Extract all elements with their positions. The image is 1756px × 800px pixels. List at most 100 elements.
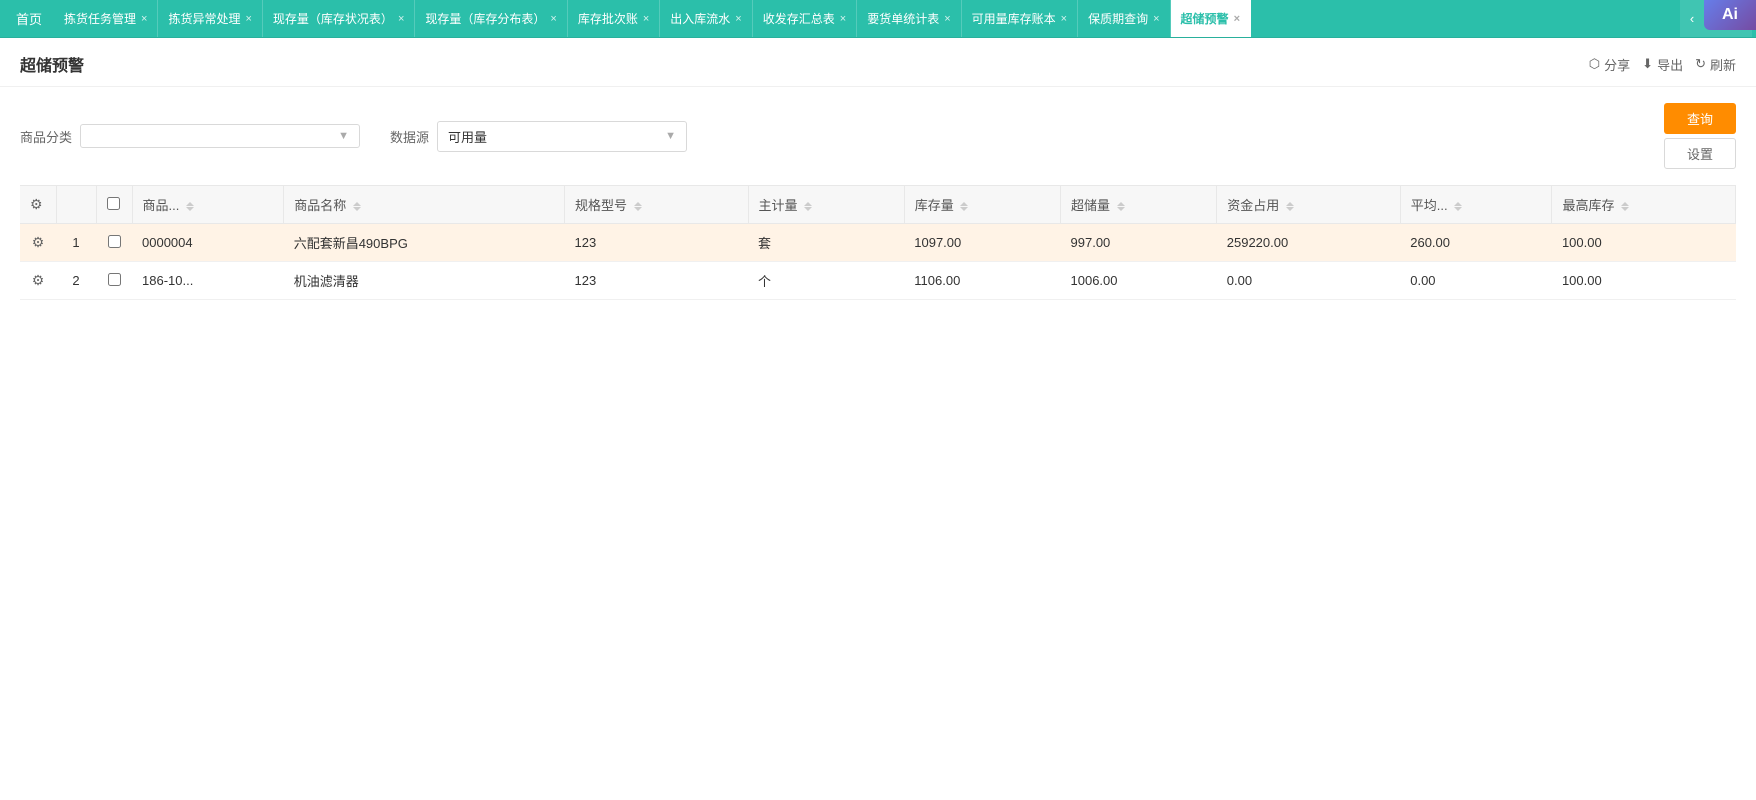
close-icon[interactable]: ×	[398, 13, 404, 25]
nav-tab-label: 超储预警	[1181, 10, 1229, 27]
nav-tab-task-mgmt[interactable]: 拣货任务管理 ×	[54, 0, 158, 38]
nav-tab-quality-check[interactable]: 保质期查询 ×	[1078, 0, 1170, 38]
th-gear: ⚙	[20, 186, 56, 224]
datasource-select[interactable]: 可用量 ▼	[437, 121, 687, 152]
th-spec[interactable]: 规格型号	[565, 186, 748, 224]
nav-tab-label: 要货单统计表	[867, 10, 939, 27]
th-max-stock-label: 最高库存	[1562, 198, 1614, 213]
close-icon[interactable]: ×	[643, 13, 649, 25]
row-number: 1	[56, 224, 96, 262]
share-link[interactable]: ⬡ 分享	[1589, 55, 1630, 74]
close-icon[interactable]: ×	[735, 13, 741, 25]
table-header-row: ⚙ 商品... 商品名称	[20, 186, 1736, 224]
row-product-code: 0000004	[132, 224, 284, 262]
nav-tab-overstock-warning[interactable]: 超储预警 ×	[1171, 0, 1251, 38]
refresh-icon: ↻	[1695, 56, 1706, 72]
row-settings-icon[interactable]: ⚙	[32, 272, 45, 288]
export-link[interactable]: ⬇ 导出	[1642, 55, 1683, 74]
close-icon[interactable]: ×	[840, 13, 846, 25]
sort-down-icon	[804, 207, 812, 211]
close-icon[interactable]: ×	[1153, 13, 1159, 25]
row-overstock: 1006.00	[1061, 262, 1217, 300]
page-content: 超储预警 ⬡ 分享 ⬇ 导出 ↻ 刷新 商品分类 ▼ 数据源	[0, 38, 1756, 800]
th-unit[interactable]: 主计量	[748, 186, 904, 224]
th-product-code[interactable]: 商品...	[132, 186, 284, 224]
datasource-value: 可用量	[448, 127, 487, 146]
sort-up-icon	[353, 202, 361, 206]
export-icon: ⬇	[1642, 56, 1653, 72]
chevron-down-icon: ▼	[665, 130, 676, 142]
th-max-stock[interactable]: 最高库存	[1552, 186, 1736, 224]
query-button[interactable]: 查询	[1664, 103, 1736, 134]
table-row: ⚙ 2 186-10... 机油滤清器 123 个 1106.00 1006.0…	[20, 262, 1736, 300]
row-capital: 0.00	[1217, 262, 1400, 300]
row-unit: 套	[748, 224, 904, 262]
sort-down-icon	[960, 207, 968, 211]
sort-icon	[1454, 202, 1462, 211]
ai-badge: Ai	[1704, 0, 1756, 30]
row-checkbox[interactable]	[108, 235, 121, 248]
sort-up-icon	[960, 202, 968, 206]
nav-tab-collect-summary[interactable]: 收发存汇总表 ×	[753, 0, 857, 38]
row-settings-icon[interactable]: ⚙	[32, 234, 45, 250]
th-unit-label: 主计量	[759, 198, 798, 213]
row-capital: 259220.00	[1217, 224, 1400, 262]
sort-down-icon	[1286, 207, 1294, 211]
close-icon[interactable]: ×	[550, 13, 556, 25]
header-actions: ⬡ 分享 ⬇ 导出 ↻ 刷新	[1589, 55, 1736, 74]
close-icon[interactable]: ×	[1234, 13, 1240, 25]
table-body: ⚙ 1 0000004 六配套新昌490BPG 123 套 1097.00 99…	[20, 224, 1736, 300]
th-avg-label: 平均...	[1411, 198, 1448, 213]
nav-tab-inventory-status[interactable]: 现存量（库存状况表） ×	[263, 0, 415, 38]
th-overstock[interactable]: 超储量	[1061, 186, 1217, 224]
category-select[interactable]: ▼	[80, 124, 360, 148]
sort-up-icon	[186, 202, 194, 206]
nav-prev-button[interactable]: ‹	[1680, 0, 1704, 38]
sort-up-icon	[1454, 202, 1462, 206]
th-capital[interactable]: 资金占用	[1217, 186, 1400, 224]
close-icon[interactable]: ×	[1061, 13, 1067, 25]
row-product-name: 六配套新昌490BPG	[284, 224, 565, 262]
sort-icon	[186, 202, 194, 211]
th-product-code-label: 商品...	[143, 198, 180, 213]
nav-tab-label: 现存量（库存状况表）	[273, 10, 393, 27]
th-stock[interactable]: 库存量	[904, 186, 1060, 224]
th-avg[interactable]: 平均...	[1400, 186, 1552, 224]
export-label: 导出	[1657, 55, 1683, 74]
th-capital-label: 资金占用	[1227, 198, 1279, 213]
table-row: ⚙ 1 0000004 六配套新昌490BPG 123 套 1097.00 99…	[20, 224, 1736, 262]
nav-tab-batch-account[interactable]: 库存批次账 ×	[568, 0, 660, 38]
th-spec-label: 规格型号	[575, 198, 627, 213]
close-icon[interactable]: ×	[141, 13, 147, 25]
settings-icon[interactable]: ⚙	[30, 196, 43, 212]
row-gear[interactable]: ⚙	[20, 224, 56, 262]
th-product-name[interactable]: 商品名称	[284, 186, 565, 224]
th-overstock-label: 超储量	[1071, 198, 1110, 213]
category-filter: 商品分类 ▼	[20, 124, 360, 148]
nav-tab-inventory-dist[interactable]: 现存量（库存分布表） ×	[415, 0, 567, 38]
sort-icon	[960, 202, 968, 211]
table-container: ⚙ 商品... 商品名称	[0, 185, 1756, 300]
sort-icon	[634, 202, 642, 211]
datasource-label: 数据源	[390, 127, 429, 146]
row-max-stock: 100.00	[1552, 262, 1736, 300]
row-product-code: 186-10...	[132, 262, 284, 300]
nav-tab-order-stats[interactable]: 要货单统计表 ×	[857, 0, 961, 38]
select-all-checkbox[interactable]	[107, 197, 120, 210]
nav-home[interactable]: 首页	[4, 0, 54, 38]
nav-tab-exception[interactable]: 拣货异常处理 ×	[158, 0, 262, 38]
row-spec: 123	[565, 262, 748, 300]
row-product-name: 机油滤清器	[284, 262, 565, 300]
th-num	[56, 186, 96, 224]
nav-tab-available-account[interactable]: 可用量库存账本 ×	[962, 0, 1078, 38]
row-overstock: 997.00	[1061, 224, 1217, 262]
nav-tab-label: 保质期查询	[1088, 10, 1148, 27]
nav-tab-inout-flow[interactable]: 出入库流水 ×	[660, 0, 752, 38]
row-gear[interactable]: ⚙	[20, 262, 56, 300]
datasource-filter: 数据源 可用量 ▼	[390, 121, 687, 152]
refresh-link[interactable]: ↻ 刷新	[1695, 55, 1736, 74]
settings-button[interactable]: 设置	[1664, 138, 1736, 169]
close-icon[interactable]: ×	[245, 13, 251, 25]
close-icon[interactable]: ×	[944, 13, 950, 25]
row-checkbox[interactable]	[108, 273, 121, 286]
